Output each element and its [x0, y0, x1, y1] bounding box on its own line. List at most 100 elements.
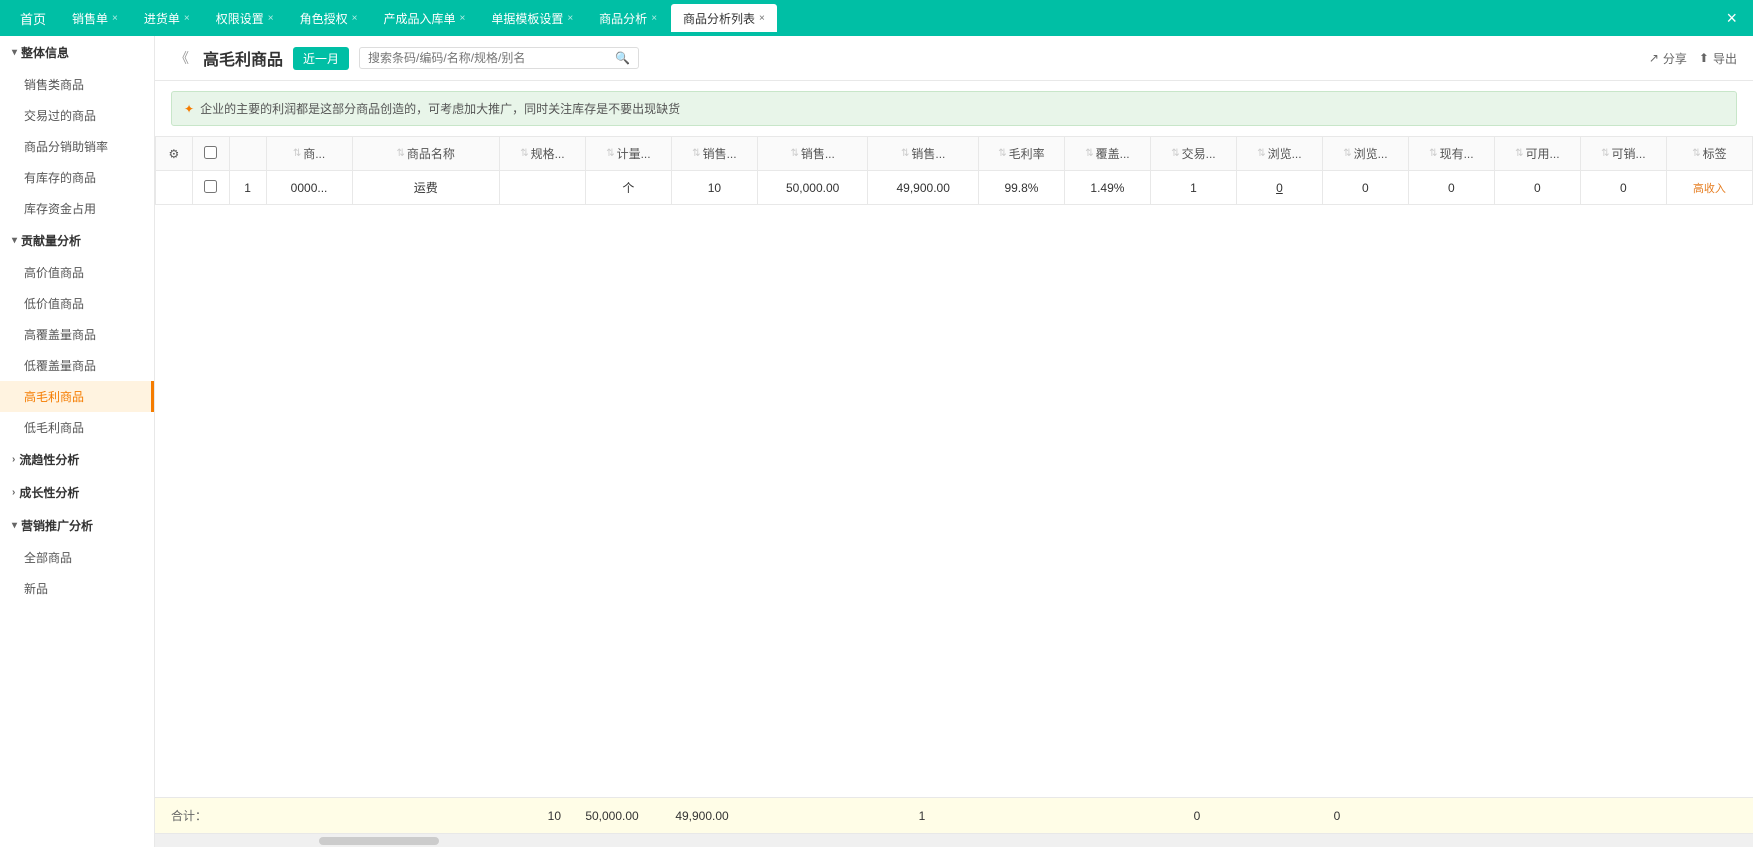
expand-icon: ▾	[12, 47, 17, 58]
cell-transaction: 1	[1150, 171, 1236, 205]
nav-tab-permission[interactable]: 权限设置 ×	[204, 4, 286, 32]
scroll-thumb[interactable]	[319, 837, 439, 845]
nav-tab-purchase[interactable]: 进货单 ×	[132, 4, 202, 32]
collapse-sidebar-button[interactable]: 《	[171, 46, 193, 70]
sort-icon: ⇅	[901, 148, 909, 159]
col-gross-rate[interactable]: ⇅毛利率	[978, 137, 1064, 171]
sort-icon: ⇅	[1257, 148, 1265, 159]
export-button[interactable]: ⬆ 导出	[1699, 50, 1737, 67]
sort-icon: ⇅	[1692, 148, 1700, 159]
close-icon[interactable]: ×	[352, 13, 358, 24]
sort-icon: ⇅	[1343, 148, 1351, 159]
close-all-tabs[interactable]: ×	[1718, 8, 1745, 29]
sidebar-group-trend[interactable]: › 流趋性分析	[0, 443, 154, 476]
sidebar-item-high-margin[interactable]: 高毛利商品	[0, 381, 154, 412]
data-table: ⚙ ⇅商... ⇅商品名称 ⇅规格...	[155, 136, 1753, 205]
cell-checkbox[interactable]	[192, 171, 229, 205]
sidebar-item-sales-goods[interactable]: 销售类商品	[0, 69, 154, 100]
search-input[interactable]	[368, 51, 611, 65]
sidebar-item-high-coverage[interactable]: 高覆盖量商品	[0, 319, 154, 350]
sidebar-item-low-margin[interactable]: 低毛利商品	[0, 412, 154, 443]
expand-icon: ›	[12, 454, 15, 465]
sidebar-item-new-goods[interactable]: 新品	[0, 573, 154, 604]
close-icon[interactable]: ×	[459, 13, 465, 24]
cell-stock-current: 0	[1408, 171, 1494, 205]
cell-stock-available: 0	[1494, 171, 1580, 205]
sidebar-item-low-coverage[interactable]: 低覆盖量商品	[0, 350, 154, 381]
col-stock-sell[interactable]: ⇅可销...	[1580, 137, 1666, 171]
col-num	[229, 137, 266, 171]
table-footer: 合计： 10 50,000.00 49,900.00 1 0 0	[155, 797, 1753, 833]
nav-tab-warehouse[interactable]: 产成品入库单 ×	[371, 4, 477, 32]
sidebar-item-high-value[interactable]: 高价值商品	[0, 257, 154, 288]
col-coverage[interactable]: ⇅覆盖...	[1064, 137, 1150, 171]
sidebar-group-overall[interactable]: ▾ 整体信息	[0, 36, 154, 69]
content-header: 《 高毛利商品 近一月 🔍 ↗ 分享 ⬆ 导出	[155, 36, 1753, 81]
sidebar-item-distribution-rate[interactable]: 商品分销助销率	[0, 131, 154, 162]
close-icon[interactable]: ×	[651, 13, 657, 24]
tag-label: 高收入	[1693, 183, 1726, 195]
col-sales-amount[interactable]: ⇅销售...	[757, 137, 868, 171]
sort-icon: ⇅	[998, 148, 1006, 159]
footer-transaction: 1	[747, 809, 1097, 823]
col-checkbox[interactable]	[192, 137, 229, 171]
sort-icon: ⇅	[790, 148, 798, 159]
horizontal-scrollbar[interactable]	[155, 833, 1753, 847]
cell-browse1[interactable]: 0	[1236, 171, 1322, 205]
col-transaction[interactable]: ⇅交易...	[1150, 137, 1236, 171]
sidebar-item-in-stock-goods[interactable]: 有库存的商品	[0, 162, 154, 193]
close-icon[interactable]: ×	[268, 13, 274, 24]
col-settings[interactable]: ⚙	[156, 137, 193, 171]
col-unit[interactable]: ⇅计量...	[585, 137, 671, 171]
period-button[interactable]: 近一月	[293, 47, 349, 70]
row-checkbox[interactable]	[204, 180, 217, 193]
nav-tab-role[interactable]: 角色授权 ×	[288, 4, 370, 32]
sidebar-group-marketing[interactable]: ▾ 营销推广分析	[0, 509, 154, 542]
expand-icon: ›	[12, 487, 15, 498]
close-icon[interactable]: ×	[567, 13, 573, 24]
sort-icon: ⇅	[1085, 148, 1093, 159]
col-stock-current[interactable]: ⇅现有...	[1408, 137, 1494, 171]
col-name[interactable]: ⇅商品名称	[352, 137, 499, 171]
col-code[interactable]: ⇅商...	[266, 137, 352, 171]
nav-tab-analysis[interactable]: 商品分析 ×	[587, 4, 669, 32]
nav-tab-template[interactable]: 单据模板设置 ×	[479, 4, 585, 32]
sort-icon: ⇅	[1515, 148, 1523, 159]
top-navigation: 首页 销售单 × 进货单 × 权限设置 × 角色授权 × 产成品入库单 × 单据…	[0, 0, 1753, 36]
header-actions: ↗ 分享 ⬆ 导出	[1649, 50, 1737, 67]
search-icon[interactable]: 🔍	[615, 51, 630, 65]
sort-icon: ⇅	[1429, 148, 1437, 159]
select-all-checkbox[interactable]	[204, 146, 217, 159]
info-icon: ✦	[184, 102, 194, 116]
footer-sales-qty: 10	[227, 809, 567, 823]
col-tag[interactable]: ⇅标签	[1666, 137, 1752, 171]
sort-icon: ⇅	[1171, 148, 1179, 159]
expand-icon: ▾	[12, 235, 17, 246]
col-spec[interactable]: ⇅规格...	[499, 137, 585, 171]
footer-stock-available: 0	[1297, 809, 1377, 823]
nav-tab-sales[interactable]: 销售单 ×	[60, 4, 130, 32]
sidebar-group-growth[interactable]: › 成长性分析	[0, 476, 154, 509]
share-button[interactable]: ↗ 分享	[1649, 50, 1687, 67]
nav-tab-analysis-list[interactable]: 商品分析列表 ×	[671, 4, 777, 32]
close-icon[interactable]: ×	[759, 13, 765, 24]
table-header-row: ⚙ ⇅商... ⇅商品名称 ⇅规格...	[156, 137, 1753, 171]
export-icon: ⬆	[1699, 51, 1709, 65]
close-icon[interactable]: ×	[184, 13, 190, 24]
sort-icon: ⇅	[520, 148, 528, 159]
col-sales-cost[interactable]: ⇅销售...	[868, 137, 979, 171]
expand-icon: ▾	[12, 520, 17, 531]
col-stock-available[interactable]: ⇅可用...	[1494, 137, 1580, 171]
sidebar-item-all-goods[interactable]: 全部商品	[0, 542, 154, 573]
close-icon[interactable]: ×	[112, 13, 118, 24]
cell-gross-rate: 99.8%	[978, 171, 1064, 205]
sidebar-group-contribution[interactable]: ▾ 贡献量分析	[0, 224, 154, 257]
nav-tab-home[interactable]: 首页	[8, 4, 58, 32]
sidebar-item-traded-goods[interactable]: 交易过的商品	[0, 100, 154, 131]
sidebar-item-stock-funds[interactable]: 库存资金占用	[0, 193, 154, 224]
cell-tag: 高收入	[1666, 171, 1752, 205]
sidebar-item-low-value[interactable]: 低价值商品	[0, 288, 154, 319]
col-browse2[interactable]: ⇅浏览...	[1322, 137, 1408, 171]
col-browse1[interactable]: ⇅浏览...	[1236, 137, 1322, 171]
col-sales-qty[interactable]: ⇅销售...	[671, 137, 757, 171]
